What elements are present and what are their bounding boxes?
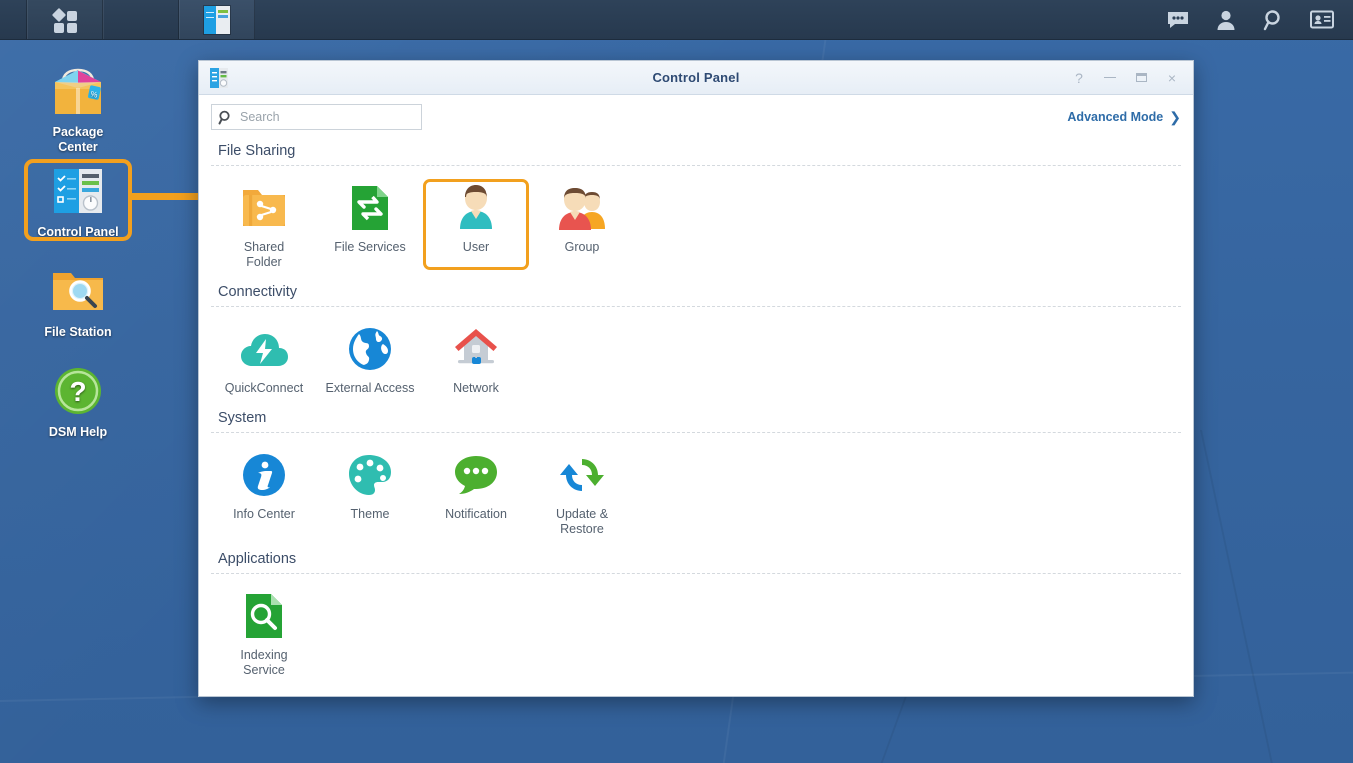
file-station-icon: [23, 262, 133, 320]
taskbar-gap: [103, 0, 179, 39]
dsm-help-icon: ?: [23, 362, 133, 420]
section-divider: [211, 306, 1181, 307]
desktop-icon-dsm-help[interactable]: ? DSM Help: [23, 362, 133, 440]
desktop-icon-label: DSM Help: [48, 425, 108, 439]
item-caption: Info Center: [233, 507, 295, 521]
speech-bubble-icon: [423, 450, 529, 500]
widgets-icon[interactable]: [1309, 7, 1335, 33]
group-icon: [529, 183, 635, 233]
house-network-icon: [423, 324, 529, 374]
advanced-mode-link[interactable]: Advanced Mode ❯: [1067, 109, 1181, 126]
window-title: Control Panel: [652, 70, 740, 85]
item-caption: File Services: [334, 240, 406, 254]
section-items-file-sharing: Shared Folder File Services User Group: [211, 170, 1181, 280]
item-caption: Group: [564, 240, 600, 254]
section-title-file-sharing: File Sharing: [218, 143, 296, 159]
section-title-connectivity: Connectivity: [218, 284, 297, 300]
taskbar-task-control-panel[interactable]: [179, 0, 255, 39]
item-indexing-service[interactable]: Indexing Service: [211, 587, 317, 678]
maximize-button[interactable]: [1134, 71, 1148, 85]
user-menu-icon[interactable]: [1213, 7, 1239, 33]
item-info-center[interactable]: Info Center: [211, 446, 317, 537]
search-input[interactable]: [238, 109, 415, 125]
notifications-icon[interactable]: [1165, 7, 1191, 33]
item-caption: Update & Restore: [555, 507, 609, 536]
item-caption: User: [462, 240, 490, 254]
palette-icon: [317, 450, 423, 500]
taskbar-edge: [0, 0, 27, 39]
taskbar-tray: [1165, 0, 1353, 39]
window-toolbar: Advanced Mode ❯: [199, 95, 1193, 139]
desktop-icon-package-center[interactable]: % Package Center: [23, 62, 133, 155]
item-update-restore[interactable]: Update & Restore: [529, 446, 635, 537]
advanced-mode-label: Advanced Mode: [1067, 110, 1164, 124]
item-notification[interactable]: Notification: [423, 446, 529, 537]
desktop-icon-label: File Station: [44, 325, 112, 339]
section-items-connectivity: QuickConnect External Access Network: [211, 311, 1181, 406]
app-grid-button[interactable]: [27, 0, 103, 39]
search-icon[interactable]: [1261, 7, 1287, 33]
section-items-applications: Indexing Service: [211, 578, 1181, 688]
file-services-icon: [317, 183, 423, 233]
section-divider: [211, 165, 1181, 166]
item-caption: External Access: [325, 381, 415, 395]
minimize-button[interactable]: [1103, 71, 1117, 85]
window-controls: ? ×: [1072, 71, 1193, 85]
chevron-right-icon: ❯: [1169, 108, 1181, 125]
user-icon: [426, 183, 526, 233]
shared-folder-icon: [211, 183, 317, 233]
item-quickconnect[interactable]: QuickConnect: [211, 320, 317, 396]
item-shared-folder[interactable]: Shared Folder: [211, 179, 317, 270]
item-user[interactable]: User: [423, 179, 529, 270]
wallpaper-crease: [1200, 430, 1273, 763]
control-panel-content: File Sharing Shared Folder File Services…: [199, 139, 1193, 696]
section-title-applications: Applications: [218, 551, 297, 567]
item-caption: Network: [453, 381, 499, 395]
window-titlebar: Control Panel ? ×: [199, 61, 1193, 95]
desktop-icon-control-panel[interactable]: Control Panel: [23, 162, 133, 240]
close-button[interactable]: ×: [1165, 71, 1179, 85]
control-panel-icon: [204, 5, 230, 34]
help-button[interactable]: ?: [1072, 71, 1086, 85]
item-network[interactable]: Network: [423, 320, 529, 396]
search-box[interactable]: [211, 104, 422, 130]
section-items-system: Info Center Theme Notification Update & …: [211, 437, 1181, 547]
desktop-icon-label: Package Center: [52, 125, 104, 154]
section-divider: [211, 432, 1181, 433]
item-theme[interactable]: Theme: [317, 446, 423, 537]
app-grid-icon: [51, 7, 78, 33]
desktop-icon-file-station[interactable]: File Station: [23, 262, 133, 340]
taskbar-spacer: [255, 0, 1165, 39]
package-center-icon: %: [23, 62, 133, 120]
item-caption: Shared Folder: [243, 240, 285, 269]
document-search-icon: [211, 591, 317, 641]
section-divider: [211, 573, 1181, 574]
item-caption: Theme: [350, 507, 390, 521]
item-file-services[interactable]: File Services: [317, 179, 423, 270]
search-icon: [218, 110, 233, 125]
cloud-bolt-icon: [211, 324, 317, 374]
control-panel-icon: [23, 162, 133, 220]
globe-icon: [317, 324, 423, 374]
taskbar: [0, 0, 1353, 40]
item-group[interactable]: Group: [529, 179, 635, 270]
item-caption: Notification: [445, 507, 507, 521]
item-caption: QuickConnect: [224, 381, 304, 395]
svg-text:?: ?: [69, 376, 86, 407]
refresh-cycle-icon: [529, 450, 635, 500]
control-panel-window: Control Panel ? × Advanced Mode ❯ File S…: [198, 60, 1194, 697]
item-caption: Indexing Service: [240, 648, 288, 677]
info-icon: [211, 450, 317, 500]
desktop-icon-label: Control Panel: [37, 225, 119, 239]
section-title-system: System: [218, 410, 267, 426]
item-external-access[interactable]: External Access: [317, 320, 423, 396]
